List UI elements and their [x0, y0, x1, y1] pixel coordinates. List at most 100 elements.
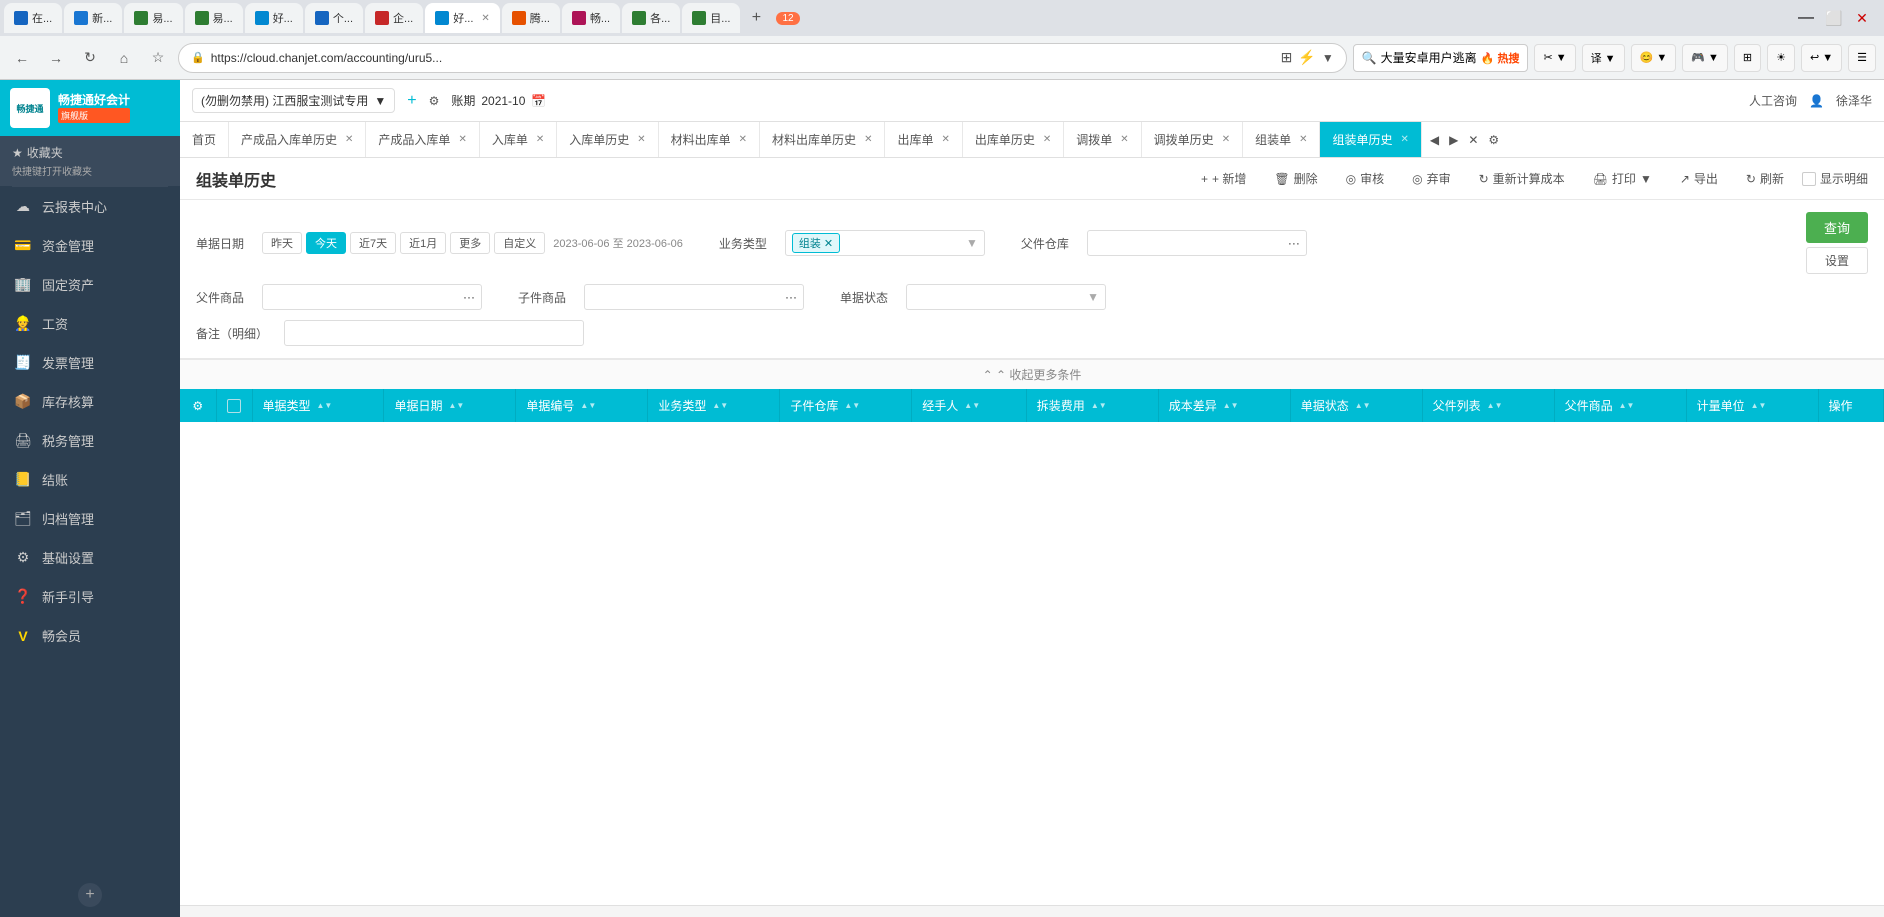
- close-tab-fgi[interactable]: ✕: [458, 134, 466, 145]
- sidebar-item-cloud-reports[interactable]: ☁ 云报表中心: [0, 187, 180, 226]
- column-header-checkbox[interactable]: [216, 389, 252, 422]
- collapse-bar[interactable]: ⌃ ⌃ 收起更多条件: [180, 359, 1884, 389]
- tab-close-8[interactable]: ✕: [481, 13, 489, 24]
- parent-goods-input[interactable]: ···: [262, 284, 482, 310]
- business-type-dropdown[interactable]: ▼: [966, 236, 978, 250]
- period-selector[interactable]: 账期 2021-10 📅: [451, 92, 546, 109]
- sort-bill-status[interactable]: ▲▼: [1355, 402, 1371, 410]
- sidebar-item-settings[interactable]: ⚙ 基础设置: [0, 538, 180, 577]
- close-tab-material-out-history[interactable]: ✕: [864, 134, 872, 145]
- audit-button[interactable]: ◎ 审核: [1336, 166, 1395, 191]
- emoji-btn[interactable]: 😊 ▼: [1631, 44, 1677, 72]
- table-settings-icon[interactable]: ⚙: [190, 399, 206, 413]
- tab-close-all[interactable]: ✕: [1464, 131, 1482, 149]
- tab-settings-icon[interactable]: ⚙: [1484, 131, 1503, 149]
- browser-tab-7[interactable]: 企...: [365, 3, 423, 33]
- parent-warehouse-dots[interactable]: ···: [1288, 236, 1300, 250]
- sidebar-item-archive[interactable]: 🗂 归档管理: [0, 499, 180, 538]
- forward-button[interactable]: →: [42, 44, 70, 72]
- add-icon[interactable]: +: [78, 883, 102, 907]
- help-link[interactable]: 人工咨询: [1749, 92, 1797, 109]
- close-window-button[interactable]: ✕: [1852, 8, 1872, 28]
- remove-business-type-tag[interactable]: ✕: [824, 237, 833, 250]
- sidebar-item-invoices[interactable]: 🧾 发票管理: [0, 343, 180, 382]
- sidebar-item-inventory[interactable]: 📦 库存核算: [0, 382, 180, 421]
- parent-goods-dots[interactable]: ···: [463, 290, 475, 304]
- yesterday-btn[interactable]: 昨天: [262, 232, 302, 254]
- browser-tab-3[interactable]: 易...: [124, 3, 182, 33]
- address-bar-apps-icon[interactable]: ⊞: [1281, 49, 1293, 66]
- menu-btn[interactable]: ☰: [1848, 44, 1876, 72]
- tab-assemble[interactable]: 组装单 ✕: [1243, 122, 1320, 158]
- custom-date-btn[interactable]: 自定义: [494, 232, 545, 254]
- close-tab-assemble[interactable]: ✕: [1299, 134, 1307, 145]
- today-btn[interactable]: 今天: [306, 232, 346, 254]
- tab-material-out-history[interactable]: 材料出库单历史 ✕: [760, 122, 885, 158]
- sort-unit[interactable]: ▲▼: [1751, 402, 1767, 410]
- sidebar-brand[interactable]: 畅捷通 畅捷通好会计 旗舰版: [0, 80, 180, 136]
- sort-disassemble-cost[interactable]: ▲▼: [1091, 402, 1107, 410]
- address-bar[interactable]: 🔒 https://cloud.chanjet.com/accounting/u…: [178, 43, 1347, 73]
- tab-transfer-history[interactable]: 调拨单历史 ✕: [1142, 122, 1243, 158]
- close-tab-stock-out[interactable]: ✕: [941, 134, 949, 145]
- browser-tab-5[interactable]: 好...: [245, 3, 303, 33]
- sidebar-item-tax[interactable]: 🖨 税务管理: [0, 421, 180, 460]
- business-type-input[interactable]: 组装 ✕ ▼: [785, 230, 985, 256]
- close-tab-stock-out-history[interactable]: ✕: [1043, 134, 1051, 145]
- bill-status-select[interactable]: ▼: [906, 284, 1106, 310]
- last7days-btn[interactable]: 近7天: [350, 232, 396, 254]
- sort-handler[interactable]: ▲▼: [964, 402, 980, 410]
- browser-tab-6[interactable]: 个...: [305, 3, 363, 33]
- print-button[interactable]: 🖨 打印 ▼: [1583, 166, 1662, 191]
- table-wrapper[interactable]: ⚙ 单据类型 ▲▼ 单据日期: [180, 389, 1884, 905]
- close-tab-stock-in[interactable]: ✕: [536, 134, 544, 145]
- browser-tab-4[interactable]: 易...: [185, 3, 243, 33]
- delete-button[interactable]: 🗑 删除: [1264, 166, 1327, 191]
- tab-finished-goods-in-history[interactable]: 产成品入库单历史 ✕: [229, 122, 366, 158]
- table-select-all-checkbox[interactable]: [227, 399, 241, 413]
- address-bar-flash-icon[interactable]: ⚡: [1298, 49, 1315, 66]
- home-button[interactable]: ⌂: [110, 44, 138, 72]
- child-goods-dots[interactable]: ···: [785, 290, 797, 304]
- tab-material-out[interactable]: 材料出库单 ✕: [659, 122, 760, 158]
- sidebar-item-funds[interactable]: 💳 资金管理: [0, 226, 180, 265]
- close-tab-transfer-history[interactable]: ✕: [1222, 134, 1230, 145]
- sidebar-item-fixed-assets[interactable]: 🏢 固定资产: [0, 265, 180, 304]
- tab-assemble-history[interactable]: 组装单历史 ✕: [1320, 122, 1421, 158]
- tab-stock-in-history[interactable]: 入库单历史 ✕: [557, 122, 658, 158]
- sidebar-item-closing[interactable]: 📒 结账: [0, 460, 180, 499]
- close-tab-stock-in-history[interactable]: ✕: [637, 134, 645, 145]
- translate-btn[interactable]: 译 ▼: [1582, 44, 1625, 72]
- last1month-btn[interactable]: 近1月: [400, 232, 446, 254]
- export-button[interactable]: ↗ 导出: [1670, 166, 1728, 191]
- undo-btn[interactable]: ↩ ▼: [1801, 44, 1842, 72]
- add-button[interactable]: + + 新增: [1191, 166, 1256, 191]
- browser-tab-11[interactable]: 各...: [622, 3, 680, 33]
- browser-tab-9[interactable]: 腾...: [502, 3, 560, 33]
- browser-tab-8[interactable]: 好... ✕: [425, 3, 500, 33]
- sidebar-item-vip[interactable]: V 畅会员: [0, 616, 180, 655]
- grid-btn[interactable]: ⊞: [1734, 44, 1761, 72]
- close-tab-fgi-history[interactable]: ✕: [345, 134, 353, 145]
- tab-stock-out-history[interactable]: 出库单历史 ✕: [963, 122, 1064, 158]
- browser-tab-12[interactable]: 目...: [682, 3, 740, 33]
- browser-tab-10[interactable]: 畅...: [562, 3, 620, 33]
- more-date-btn[interactable]: 更多: [450, 232, 490, 254]
- sort-cost-diff[interactable]: ▲▼: [1223, 402, 1239, 410]
- company-selector[interactable]: (勿删勿禁用) 江西服宝测试专用 ▼: [192, 88, 395, 113]
- sidebar-item-salary[interactable]: 👷 工资: [0, 304, 180, 343]
- browser-search-bar[interactable]: 🔍 大量安卓用户逃离 🔥 热搜: [1353, 44, 1529, 72]
- close-tab-transfer[interactable]: ✕: [1120, 134, 1128, 145]
- sort-bill-type[interactable]: ▲▼: [317, 402, 333, 410]
- recalculate-button[interactable]: ↻ 重新计算成本: [1469, 166, 1575, 191]
- sort-child-warehouse[interactable]: ▲▼: [844, 402, 860, 410]
- add-company-btn[interactable]: +: [407, 92, 416, 110]
- sort-bill-date[interactable]: ▲▼: [448, 402, 464, 410]
- tab-transfer[interactable]: 调拨单 ✕: [1064, 122, 1141, 158]
- parent-warehouse-input[interactable]: ···: [1087, 230, 1307, 256]
- sidebar-favorites[interactable]: ★ 收藏夹 快捷键打开收藏夹: [0, 136, 180, 186]
- browser-tab-1[interactable]: 在...: [4, 3, 62, 33]
- sidebar-item-guide[interactable]: ❓ 新手引导: [0, 577, 180, 616]
- child-goods-input[interactable]: ···: [584, 284, 804, 310]
- company-settings-icon[interactable]: ⚙: [429, 94, 440, 108]
